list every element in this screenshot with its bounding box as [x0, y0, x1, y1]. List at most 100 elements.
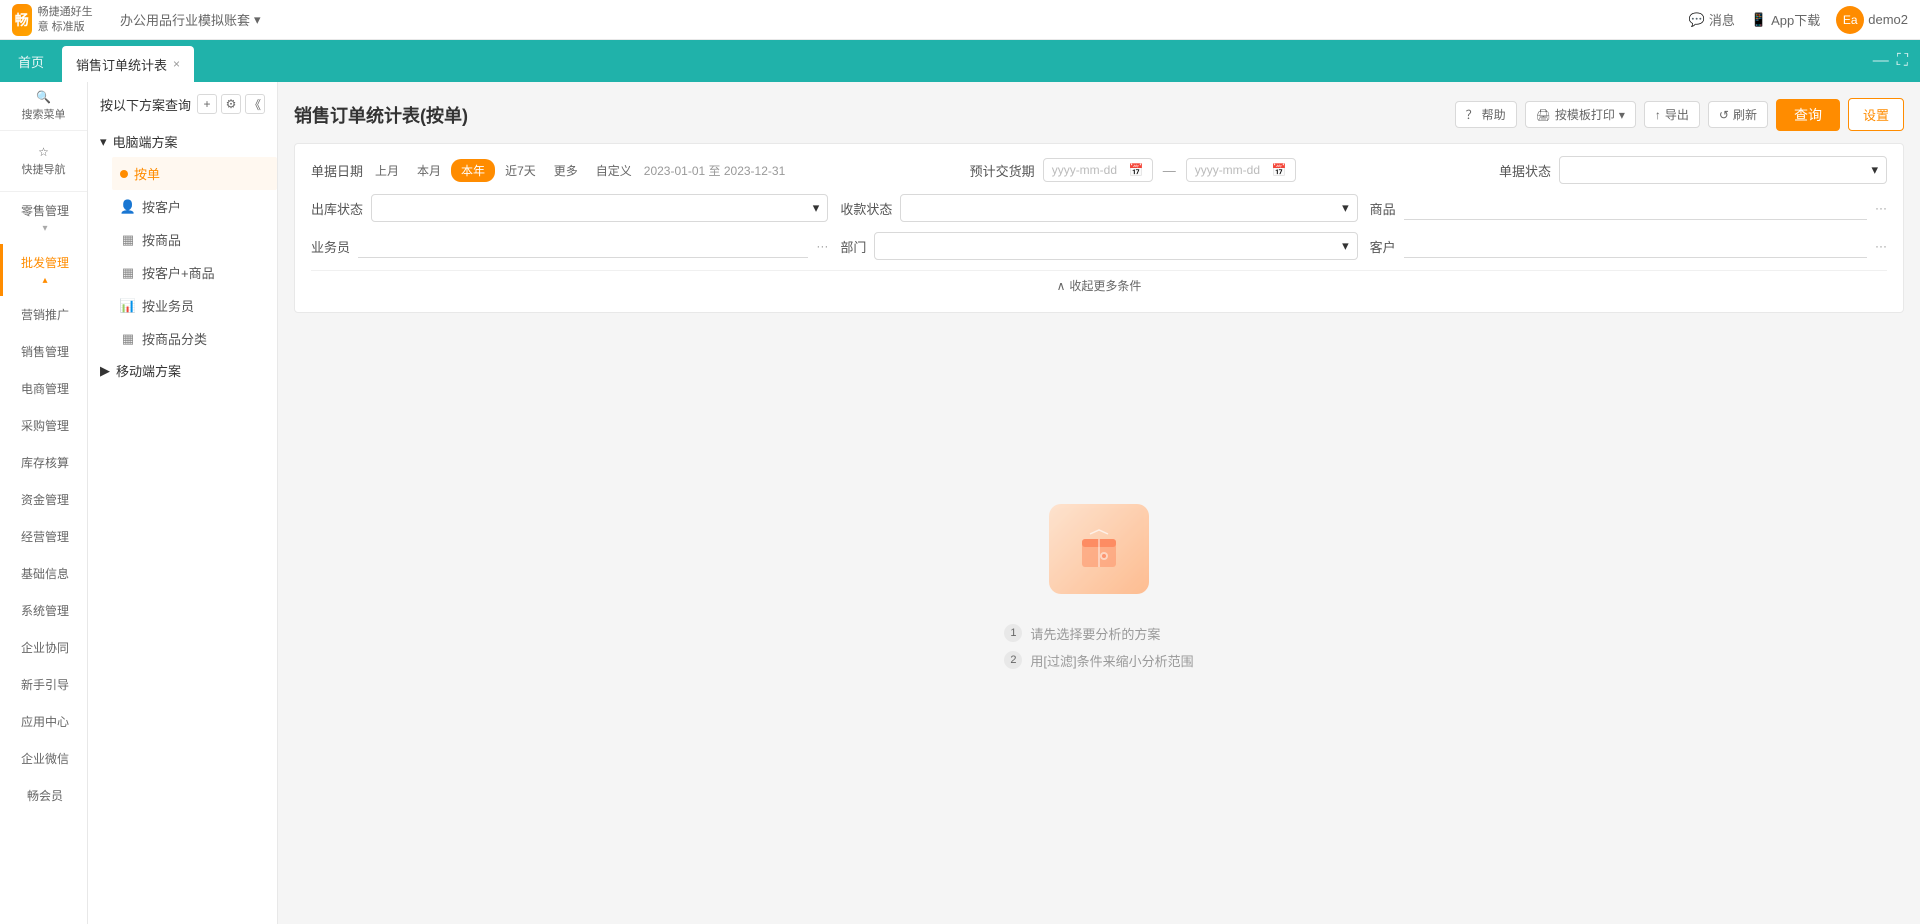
customer-more-btn[interactable]: ··· [1875, 239, 1887, 253]
export-label: 导出 [1665, 106, 1689, 123]
star-icon: ☆ [38, 145, 49, 159]
sidebar-item-enterprise[interactable]: 企业协同 [0, 629, 87, 666]
scheme-item-by-salesperson[interactable]: 📊 按业务员 [112, 289, 277, 322]
scheme-item-by-cust-goods[interactable]: ▦ 按客户+商品 [112, 256, 277, 289]
finance-label: 资金管理 [21, 491, 69, 508]
sidebar-item-wholesale[interactable]: 批发管理 ▴ [0, 244, 87, 296]
salesperson-label: 业务员 [311, 237, 350, 256]
help-label: 帮助 [1482, 106, 1506, 123]
user-menu[interactable]: Ea demo2 [1836, 6, 1908, 34]
user-avatar: Ea [1836, 6, 1864, 34]
customer-input[interactable] [1404, 234, 1867, 258]
scheme-panel-title: 按以下方案查询 [100, 95, 191, 114]
step-2-num: 2 [1004, 651, 1022, 669]
order-status-select[interactable]: ▾ [1559, 156, 1887, 184]
mobile-section-toggle[interactable]: ▶ 移动端方案 [88, 355, 277, 386]
appcenter-label: 应用中心 [21, 713, 69, 730]
sidebar-item-retail[interactable]: 零售管理 ▾ [0, 192, 87, 244]
message-btn[interactable]: 💬 消息 [1689, 10, 1735, 29]
scheme-by-goods-label: 按商品 [142, 230, 181, 249]
search-btn[interactable]: 查询 [1776, 99, 1840, 131]
sidebar-item-system[interactable]: 系统管理 [0, 592, 87, 629]
basic-label: 基础信息 [21, 565, 69, 582]
page-title: 销售订单统计表(按单) [294, 102, 468, 128]
scheme-collapse-btn[interactable]: 《 [245, 94, 265, 114]
payment-status-select[interactable]: ▾ [900, 194, 1357, 222]
calendar-icon: 📅 [1129, 163, 1144, 177]
quick-nav-btn[interactable]: ☆ 快捷导航 [6, 137, 81, 185]
search-menu-btn[interactable]: 🔍 搜索菜单 [8, 90, 79, 122]
shipment-status-select[interactable]: ▾ [371, 194, 828, 222]
chevron-right-icon: ▶ [100, 363, 110, 379]
goods-input[interactable] [1404, 196, 1867, 220]
tab-active[interactable]: 销售订单统计表 × [62, 46, 194, 82]
scheme-item-by-goods[interactable]: ▦ 按商品 [112, 223, 277, 256]
pc-section-toggle[interactable]: ▾ 电脑端方案 [88, 126, 277, 157]
sidebar-item-finance[interactable]: 资金管理 [0, 481, 87, 518]
collapse-filters-btn[interactable]: ∧ 收起更多条件 [311, 270, 1887, 300]
salesperson-more-btn[interactable]: ··· [816, 239, 828, 253]
app-icon: 📱 [1751, 12, 1767, 28]
scheme-settings-btn[interactable]: ⚙ [221, 94, 241, 114]
this-month-btn[interactable]: 本月 [409, 159, 449, 182]
department-select[interactable]: ▾ [874, 232, 1357, 260]
expected-date-end-input[interactable]: yyyy-mm-dd 📅 [1186, 158, 1296, 182]
chevron-down-icon-pay: ▾ [1342, 200, 1349, 216]
fullscreen-btn[interactable]: ⛶ [1897, 52, 1908, 70]
help-btn[interactable]: ？ 帮助 [1455, 101, 1517, 128]
scheme-by-customer-label: 按客户 [142, 197, 181, 216]
order-status-label: 单据状态 [1499, 161, 1551, 180]
date-quick-btns: 上月 本月 本年 近7天 更多 自定义 [367, 159, 640, 182]
goods-more-btn[interactable]: ··· [1875, 201, 1887, 215]
sidebar: 🔍 搜索菜单 ☆ 快捷导航 零售管理 ▾ 批发管理 ▴ 营销推广 销售管理 电商… [0, 82, 88, 924]
sidebar-item-sales[interactable]: 销售管理 [0, 333, 87, 370]
chevron-down-icon-status: ▾ [1871, 162, 1878, 178]
custom-date-btn[interactable]: 自定义 [588, 159, 640, 182]
sidebar-item-purchase[interactable]: 采购管理 [0, 407, 87, 444]
date-range-display: 2023-01-01 至 2023-12-31 [644, 162, 785, 179]
expected-date-start-input[interactable]: yyyy-mm-dd 📅 [1043, 158, 1153, 182]
filter-section: 单据日期 上月 本月 本年 近7天 更多 自定义 2023-01-01 至 [294, 143, 1904, 313]
ecommerce-label: 电商管理 [21, 380, 69, 397]
dropdown-arrow: ▾ [254, 12, 261, 28]
scheme-item-by-goods-cat[interactable]: ▦ 按商品分类 [112, 322, 277, 355]
logo-icon: 畅 [12, 4, 32, 36]
settings-btn[interactable]: 设置 [1848, 98, 1904, 131]
print-btn[interactable]: 🖨 按模板打印 ▾ [1525, 101, 1636, 128]
empty-step-2: 2 用[过滤]条件来缩小分析范围 [1004, 651, 1193, 670]
last7-btn[interactable]: 近7天 [497, 159, 544, 182]
scheme-item-by-customer[interactable]: 👤 按客户 [112, 190, 277, 223]
sidebar-item-marketing[interactable]: 营销推广 [0, 296, 87, 333]
sidebar-item-newuser[interactable]: 新手引导 [0, 666, 87, 703]
sidebar-item-member[interactable]: 畅会员 [0, 777, 87, 814]
tab-close-btn[interactable]: × [173, 57, 180, 71]
topbar-center: 办公用品行业模拟账套 ▾ [100, 10, 1689, 29]
filter-salesperson-col: 业务员 ··· [311, 234, 828, 258]
sidebar-item-corpwx[interactable]: 企业微信 [0, 740, 87, 777]
filter-customer-col: 客户 ··· [1370, 234, 1887, 258]
salesperson-input[interactable] [358, 234, 808, 258]
sidebar-item-ecommerce[interactable]: 电商管理 [0, 370, 87, 407]
sidebar-item-basic[interactable]: 基础信息 [0, 555, 87, 592]
more-date-btn[interactable]: 更多 [546, 159, 586, 182]
company-selector[interactable]: 办公用品行业模拟账套 ▾ [120, 10, 261, 29]
sidebar-item-inventory[interactable]: 库存核算 [0, 444, 87, 481]
sidebar-item-appcenter[interactable]: 应用中心 [0, 703, 87, 740]
export-btn[interactable]: ↑ 导出 [1644, 101, 1700, 128]
prev-month-btn[interactable]: 上月 [367, 159, 407, 182]
tab-home[interactable]: 首页 [0, 40, 62, 82]
department-label: 部门 [840, 237, 866, 256]
export-icon: ↑ [1655, 108, 1661, 122]
scheme-item-by-order[interactable]: 按单 [112, 157, 277, 190]
this-year-btn[interactable]: 本年 [451, 159, 495, 182]
corpwx-label: 企业微信 [21, 750, 69, 767]
message-label: 消息 [1709, 10, 1735, 29]
table3-icon: ▦ [120, 331, 136, 347]
refresh-btn[interactable]: ↺ 刷新 [1708, 101, 1768, 128]
scheme-by-cust-goods-label: 按客户+商品 [142, 263, 215, 282]
sidebar-item-operations[interactable]: 经营管理 [0, 518, 87, 555]
empty-state: 1 请先选择要分析的方案 2 用[过滤]条件来缩小分析范围 [294, 325, 1904, 908]
minimize-btn[interactable]: — [1873, 52, 1889, 70]
app-download-btn[interactable]: 📱 App下载 [1751, 10, 1820, 29]
add-scheme-btn[interactable]: + [197, 94, 217, 114]
